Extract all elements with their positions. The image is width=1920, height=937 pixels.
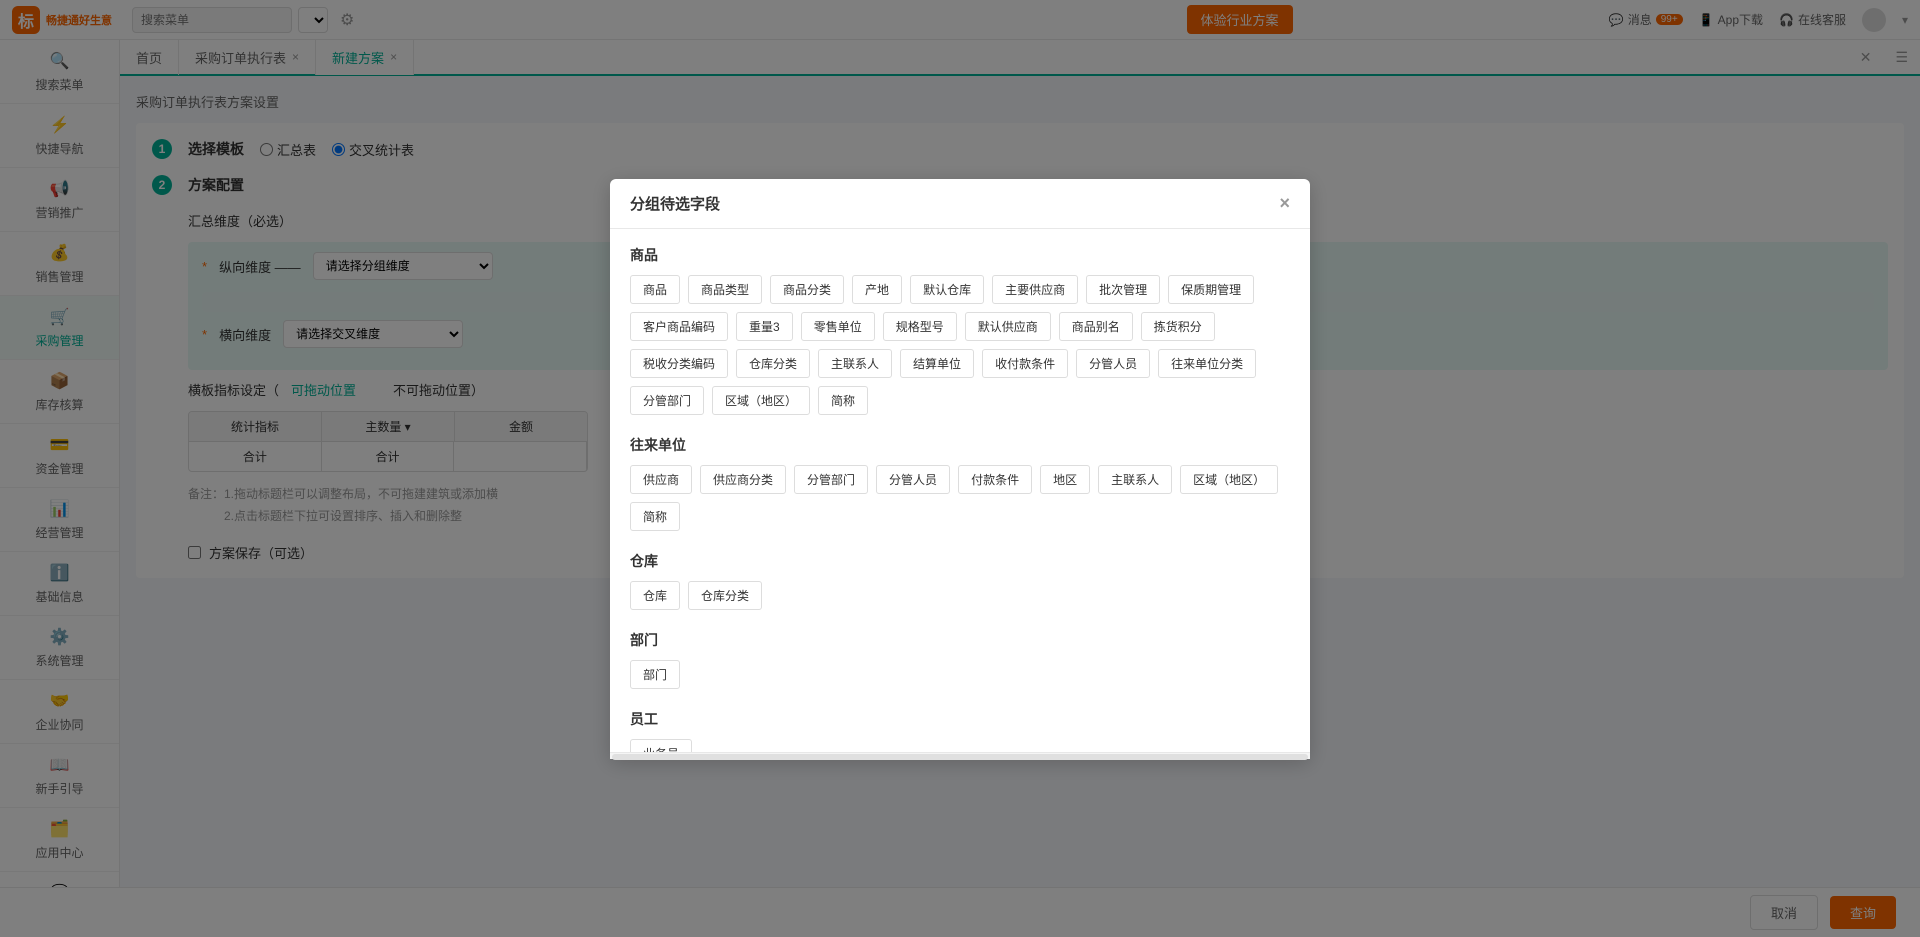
field-tag-supplier-category[interactable]: 供应商分类	[700, 465, 786, 494]
field-tag-goods[interactable]: 商品	[630, 275, 680, 304]
field-tag-warehouse[interactable]: 仓库	[630, 581, 680, 610]
field-tag-goods-type[interactable]: 商品类型	[688, 275, 762, 304]
field-tag-weight3[interactable]: 重量3	[736, 312, 793, 341]
field-tag-goods-alias[interactable]: 商品别名	[1059, 312, 1133, 341]
field-tag-shelf-life[interactable]: 保质期管理	[1168, 275, 1254, 304]
field-tag-mgmt-dept[interactable]: 分管部门	[794, 465, 868, 494]
section-partner-title: 往来单位	[630, 435, 1290, 455]
field-tag-department[interactable]: 部门	[630, 660, 680, 689]
field-tag-dept[interactable]: 分管部门	[630, 386, 704, 415]
section-department-title: 部门	[630, 630, 1290, 650]
section-partner-tags: 供应商 供应商分类 分管部门 分管人员 付款条件 地区 主联系人 区域（地区） …	[630, 465, 1290, 531]
field-tag-area[interactable]: 地区	[1040, 465, 1090, 494]
section-employee-title: 员工	[630, 709, 1290, 729]
field-tag-main-supplier[interactable]: 主要供应商	[992, 275, 1078, 304]
section-goods-title: 商品	[630, 245, 1290, 265]
field-tag-customer-code[interactable]: 客户商品编码	[630, 312, 728, 341]
modal-hscroll-thumb	[612, 754, 1308, 760]
field-tag-warehouse-category[interactable]: 仓库分类	[736, 349, 810, 378]
field-tag-region[interactable]: 区域（地区）	[712, 386, 810, 415]
section-department: 部门 部门	[630, 630, 1290, 689]
field-tag-short-name[interactable]: 简称	[818, 386, 868, 415]
field-tag-payment-terms[interactable]: 收付款条件	[982, 349, 1068, 378]
field-tag-default-supplier[interactable]: 默认供应商	[965, 312, 1051, 341]
field-tag-warehouse-cat[interactable]: 仓库分类	[688, 581, 762, 610]
modal-hscrollbar[interactable]	[610, 752, 1310, 758]
field-tag-pick-points[interactable]: 拣货积分	[1141, 312, 1215, 341]
field-tag-origin[interactable]: 产地	[852, 275, 902, 304]
section-employee-tags: 业务员	[630, 739, 1290, 753]
section-goods-tags: 商品 商品类型 商品分类 产地 默认仓库 主要供应商 批次管理 保质期管理 客户…	[630, 275, 1290, 415]
field-tag-main-contact[interactable]: 主联系人	[818, 349, 892, 378]
field-tag-goods-category[interactable]: 商品分类	[770, 275, 844, 304]
section-employee: 员工 业务员	[630, 709, 1290, 753]
field-tag-partner-category[interactable]: 往来单位分类	[1158, 349, 1256, 378]
field-tag-retail-unit[interactable]: 零售单位	[801, 312, 875, 341]
field-tag-abbr2[interactable]: 简称	[630, 502, 680, 531]
modal-header: 分组待选字段 ×	[610, 179, 1310, 229]
field-tag-payment-cond[interactable]: 付款条件	[958, 465, 1032, 494]
field-tag-batch-mgmt[interactable]: 批次管理	[1086, 275, 1160, 304]
modal: 分组待选字段 × 商品 商品 商品类型 商品分类 产地 默认仓库 主要供应商 批…	[610, 179, 1310, 759]
field-tag-sales-rep[interactable]: 业务员	[630, 739, 692, 753]
section-department-tags: 部门	[630, 660, 1290, 689]
field-tag-tax-code[interactable]: 税收分类编码	[630, 349, 728, 378]
modal-body[interactable]: 商品 商品 商品类型 商品分类 产地 默认仓库 主要供应商 批次管理 保质期管理…	[610, 229, 1310, 753]
field-tag-mgmt-person[interactable]: 分管人员	[876, 465, 950, 494]
modal-close-btn[interactable]: ×	[1279, 194, 1290, 212]
field-tag-main-contact2[interactable]: 主联系人	[1098, 465, 1172, 494]
section-partner: 往来单位 供应商 供应商分类 分管部门 分管人员 付款条件 地区 主联系人 区域…	[630, 435, 1290, 531]
field-tag-settlement-unit[interactable]: 结算单位	[900, 349, 974, 378]
field-tag-region2[interactable]: 区域（地区）	[1180, 465, 1278, 494]
field-tag-spec-model[interactable]: 规格型号	[883, 312, 957, 341]
modal-title: 分组待选字段	[630, 193, 720, 214]
field-tag-supervisor[interactable]: 分管人员	[1076, 349, 1150, 378]
section-goods: 商品 商品 商品类型 商品分类 产地 默认仓库 主要供应商 批次管理 保质期管理…	[630, 245, 1290, 415]
field-tag-supplier[interactable]: 供应商	[630, 465, 692, 494]
section-warehouse-title: 仓库	[630, 551, 1290, 571]
section-warehouse: 仓库 仓库 仓库分类	[630, 551, 1290, 610]
field-tag-default-warehouse[interactable]: 默认仓库	[910, 275, 984, 304]
section-warehouse-tags: 仓库 仓库分类	[630, 581, 1290, 610]
modal-overlay: 分组待选字段 × 商品 商品 商品类型 商品分类 产地 默认仓库 主要供应商 批…	[0, 0, 1920, 937]
